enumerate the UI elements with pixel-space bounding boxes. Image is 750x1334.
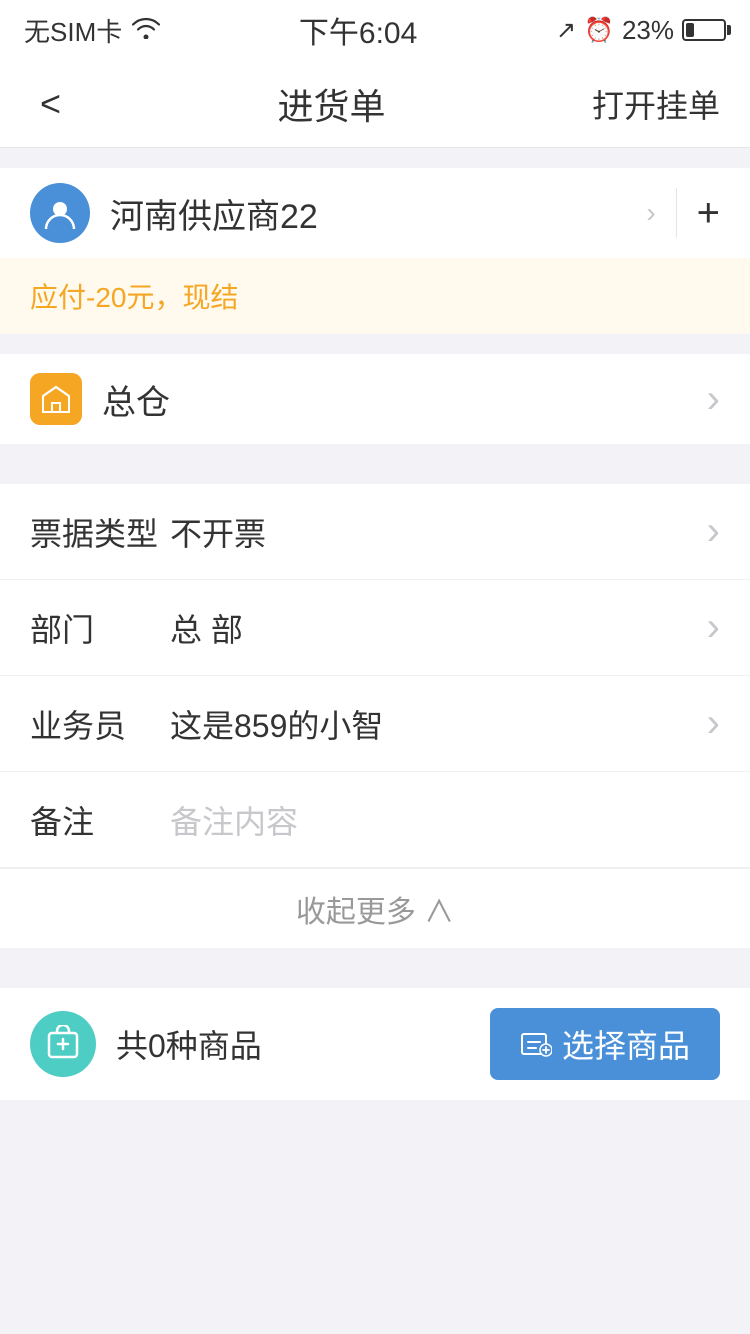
page-title: 进货单	[278, 78, 386, 130]
nav-bar: < 进货单 打开挂单	[0, 60, 750, 148]
back-button[interactable]: <	[30, 73, 71, 135]
invoice-type-row[interactable]: 票据类型 不开票	[0, 484, 750, 580]
location-icon: ↗	[556, 16, 576, 45]
warehouse-arrow-icon	[707, 377, 720, 422]
carrier-label: 无SIM卡	[24, 12, 122, 49]
section-gap-4	[0, 948, 750, 968]
section-gap-3	[0, 444, 750, 464]
note-label: 备注	[30, 797, 170, 843]
supplier-avatar	[30, 183, 90, 243]
status-time: 下午6:04	[299, 8, 417, 52]
alert-text: 应付-20元，现结	[30, 282, 238, 313]
wifi-icon	[132, 15, 160, 46]
collapse-row[interactable]: 收起更多 ∧	[0, 868, 750, 948]
staff-row[interactable]: 业务员 这是859的小智	[0, 676, 750, 772]
select-product-icon	[520, 1028, 552, 1060]
add-supplier-button[interactable]: +	[697, 191, 720, 236]
select-product-label: 选择商品	[562, 1021, 690, 1067]
warehouse-card: 总仓	[0, 354, 750, 444]
department-value: 总 部	[170, 605, 707, 651]
section-gap-1	[0, 148, 750, 168]
warehouse-row[interactable]: 总仓	[0, 354, 750, 444]
department-row[interactable]: 部门 总 部	[0, 580, 750, 676]
supplier-divider	[676, 188, 677, 238]
status-bar: 无SIM卡 下午6:04 ↗ ⏰ 23%	[0, 0, 750, 60]
department-arrow-icon	[707, 605, 720, 650]
invoice-type-value: 不开票	[170, 509, 707, 555]
form-section: 票据类型 不开票 部门 总 部 业务员 这是859的小智 备注 备注内容 收起更…	[0, 484, 750, 948]
alert-banner: 应付-20元，现结	[0, 258, 750, 334]
supplier-card: 河南供应商22 › + 应付-20元，现结	[0, 168, 750, 334]
staff-arrow-icon	[707, 701, 720, 746]
bottom-bar: 共0种商品 选择商品	[0, 988, 750, 1100]
supplier-row[interactable]: 河南供应商22 › +	[0, 168, 750, 258]
supplier-arrow-icon: ›	[646, 197, 655, 229]
product-icon	[30, 1011, 96, 1077]
note-input[interactable]: 备注内容	[170, 797, 720, 843]
staff-value: 这是859的小智	[170, 701, 707, 747]
select-product-button[interactable]: 选择商品	[490, 1008, 720, 1080]
alarm-icon: ⏰	[584, 16, 614, 45]
open-pending-button[interactable]: 打开挂单	[592, 81, 720, 127]
staff-label: 业务员	[30, 701, 170, 747]
battery-percent: 23%	[622, 15, 674, 46]
status-right: ↗ ⏰ 23%	[556, 15, 726, 46]
invoice-type-arrow-icon	[707, 509, 720, 554]
product-count: 共0种商品	[116, 1021, 470, 1067]
warehouse-icon	[30, 373, 82, 425]
section-gap-2	[0, 334, 750, 354]
supplier-name: 河南供应商22	[110, 189, 646, 238]
note-row[interactable]: 备注 备注内容	[0, 772, 750, 868]
collapse-label: 收起更多 ∧	[296, 887, 454, 931]
invoice-type-label: 票据类型	[30, 509, 170, 555]
battery-icon	[682, 19, 726, 41]
department-label: 部门	[30, 605, 170, 651]
status-left: 无SIM卡	[24, 12, 160, 49]
warehouse-name: 总仓	[102, 375, 707, 424]
